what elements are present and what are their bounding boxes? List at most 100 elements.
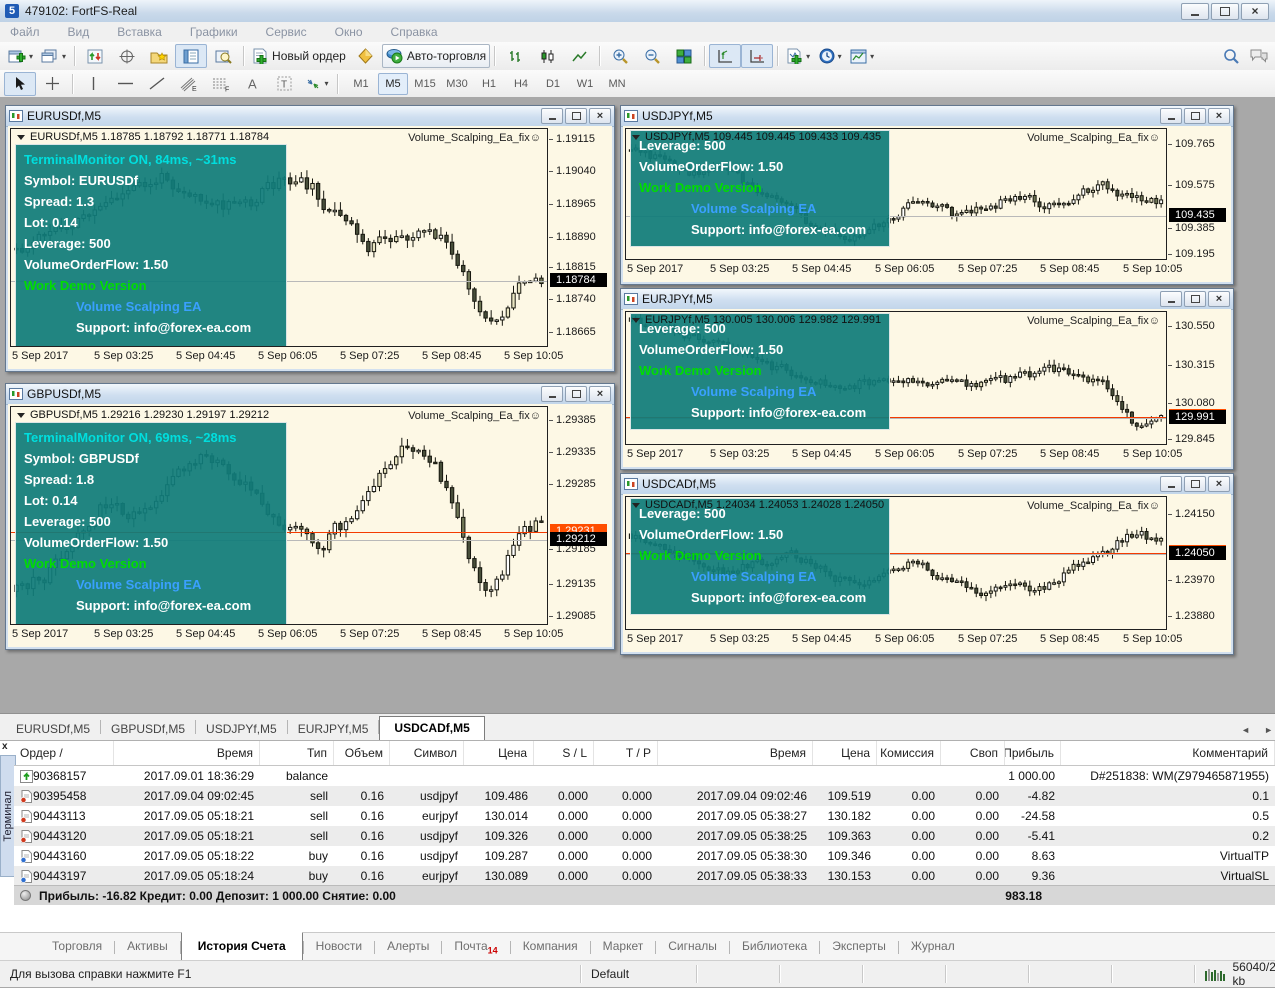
trendline-tool-button[interactable]	[141, 72, 173, 96]
history-row[interactable]: 904431132017.09.05 05:18:21sell0.16eurjp…	[14, 806, 1275, 826]
chart-plot[interactable]: Leverage: 500VolumeOrderFlow: 1.50Work D…	[625, 496, 1167, 630]
chart-close-button[interactable]: ×	[1208, 291, 1230, 307]
chart-close-button[interactable]: ×	[589, 386, 611, 402]
terminal-tab-4[interactable]: Алерты	[375, 933, 441, 959]
history-row[interactable]: 903954582017.09.04 09:02:45sell0.16usdjp…	[14, 786, 1275, 806]
terminal-button[interactable]	[175, 44, 207, 68]
timeframe-button-d1[interactable]: D1	[538, 73, 568, 95]
chart-plot[interactable]: Leverage: 500VolumeOrderFlow: 1.50Work D…	[625, 128, 1167, 260]
candle-chart-button[interactable]	[531, 44, 563, 68]
chart-plot[interactable]: TerminalMonitor ON, 84ms, ~31msSymbol: E…	[10, 128, 548, 347]
tile-windows-button[interactable]	[668, 44, 700, 68]
menu-item-1[interactable]: Вид	[68, 25, 90, 39]
timeframe-button-m1[interactable]: M1	[346, 73, 376, 95]
timeframe-button-m30[interactable]: M30	[442, 73, 472, 95]
terminal-tab-10[interactable]: Эксперты	[820, 933, 898, 959]
zoom-in-button[interactable]	[604, 44, 636, 68]
terminal-tab-8[interactable]: Сигналы	[656, 933, 729, 959]
history-row[interactable]: 904431602017.09.05 05:18:22buy0.16usdjpy…	[14, 846, 1275, 866]
menu-item-5[interactable]: Окно	[335, 25, 363, 39]
terminal-tab-5[interactable]: Почта14	[442, 933, 509, 961]
column-header-5[interactable]: Цена	[464, 741, 534, 765]
zoom-out-button[interactable]	[636, 44, 668, 68]
chart-maximize-button[interactable]	[1184, 108, 1206, 124]
terminal-tab-2[interactable]: История Счета	[181, 932, 303, 961]
chart-minimize-button[interactable]	[1160, 108, 1182, 124]
chart-maximize-button[interactable]	[1184, 291, 1206, 307]
chart-tabs-scroll-right-icon[interactable]: ►	[1264, 725, 1273, 735]
ohlc-dropdown-icon[interactable]	[632, 135, 640, 140]
column-header-8[interactable]: Время	[658, 741, 813, 765]
column-header-10[interactable]: Комиссия	[877, 741, 941, 765]
terminal-tab-9[interactable]: Библиотека	[730, 933, 819, 959]
chart-tabs-scroll-left-icon[interactable]: ◄	[1241, 725, 1250, 735]
timeframe-button-h1[interactable]: H1	[474, 73, 504, 95]
column-header-3[interactable]: Объем	[334, 741, 390, 765]
text-tool-button[interactable]: A	[237, 72, 269, 96]
terminal-tab-1[interactable]: Активы	[115, 933, 180, 959]
terminal-close-icon[interactable]: x	[2, 741, 8, 753]
chart-close-button[interactable]: ×	[589, 108, 611, 124]
history-row[interactable]: 903681572017.09.01 18:36:29balance1 000.…	[14, 766, 1275, 786]
column-header-12[interactable]: Прибыль	[1005, 741, 1061, 765]
menu-item-2[interactable]: Вставка	[117, 25, 162, 39]
column-header-11[interactable]: Своп	[941, 741, 1005, 765]
chart-window-titlebar[interactable]: EURJPYf,M5×	[621, 289, 1233, 310]
chart-minimize-button[interactable]	[1160, 476, 1182, 492]
chart-window-titlebar[interactable]: USDCADf,M5×	[621, 474, 1233, 495]
ohlc-dropdown-icon[interactable]	[632, 503, 640, 508]
chart-plot[interactable]: TerminalMonitor ON, 69ms, ~28msSymbol: G…	[10, 406, 548, 625]
chart-maximize-button[interactable]	[565, 108, 587, 124]
fibonacci-tool-button[interactable]: F	[205, 72, 237, 96]
chart-close-button[interactable]: ×	[1208, 108, 1230, 124]
timeframe-button-w1[interactable]: W1	[570, 73, 600, 95]
hline-tool-button[interactable]	[109, 72, 141, 96]
column-header-7[interactable]: T / P	[594, 741, 658, 765]
chat-icon[interactable]	[1249, 48, 1269, 64]
ohlc-dropdown-icon[interactable]	[17, 413, 25, 418]
chart-maximize-button[interactable]	[1184, 476, 1206, 492]
autotrade-button[interactable]: Авто-торговля	[382, 44, 490, 68]
profiles-button[interactable]: ▾	[37, 44, 70, 68]
timeframe-button-mn[interactable]: MN	[602, 73, 632, 95]
new-chart-button[interactable]: ▾	[4, 44, 37, 68]
search-icon[interactable]	[1223, 48, 1239, 64]
chart-minimize-button[interactable]	[541, 386, 563, 402]
navigator-button[interactable]	[143, 44, 175, 68]
menu-item-4[interactable]: Сервис	[266, 25, 307, 39]
chart-tab-usdcadf-m5[interactable]: USDCADf,M5	[379, 716, 484, 741]
terminal-tab-7[interactable]: Маркет	[591, 933, 656, 959]
bar-chart-button[interactable]	[499, 44, 531, 68]
autoscroll-button[interactable]	[741, 44, 773, 68]
terminal-tab-0[interactable]: Торговля	[40, 933, 114, 959]
chart-tab-usdjpyf-m5[interactable]: USDJPYf,M5	[196, 718, 287, 741]
data-window-button[interactable]	[111, 44, 143, 68]
history-row[interactable]: 904431202017.09.05 05:18:21sell0.16usdjp…	[14, 826, 1275, 846]
chart-tab-gbpusdf-m5[interactable]: GBPUSDf,M5	[101, 718, 195, 741]
channel-tool-button[interactable]: E	[173, 72, 205, 96]
vline-tool-button[interactable]	[77, 72, 109, 96]
timeframe-button-m15[interactable]: M15	[410, 73, 440, 95]
ohlc-dropdown-icon[interactable]	[632, 318, 640, 323]
window-minimize-button[interactable]	[1181, 3, 1209, 20]
chart-shift-button[interactable]	[709, 44, 741, 68]
templates-button[interactable]: ▾	[846, 44, 878, 68]
arrows-tool-button[interactable]: ▾	[301, 72, 333, 96]
column-header-13[interactable]: Комментарий	[1061, 741, 1275, 765]
status-profile[interactable]: Default	[591, 967, 629, 981]
ohlc-dropdown-icon[interactable]	[17, 135, 25, 140]
strategy-tester-button[interactable]	[207, 44, 239, 68]
terminal-tab-3[interactable]: Новости	[304, 933, 374, 959]
menu-item-0[interactable]: Файл	[10, 25, 40, 39]
indicators-button[interactable]: ▾	[782, 44, 814, 68]
column-header-0[interactable]: Ордер /	[14, 741, 114, 765]
metaeditor-button[interactable]	[350, 44, 382, 68]
chart-plot[interactable]: Leverage: 500VolumeOrderFlow: 1.50Work D…	[625, 311, 1167, 445]
chart-minimize-button[interactable]	[541, 108, 563, 124]
window-titlebar[interactable]: 5 479102: FortFS-Real ×	[0, 0, 1275, 23]
chart-maximize-button[interactable]	[565, 386, 587, 402]
column-header-2[interactable]: Тип	[260, 741, 334, 765]
history-row[interactable]: 904431972017.09.05 05:18:24buy0.16eurjpy…	[14, 866, 1275, 886]
column-header-6[interactable]: S / L	[534, 741, 594, 765]
chart-tab-eurjpyf-m5[interactable]: EURJPYf,M5	[288, 718, 379, 741]
